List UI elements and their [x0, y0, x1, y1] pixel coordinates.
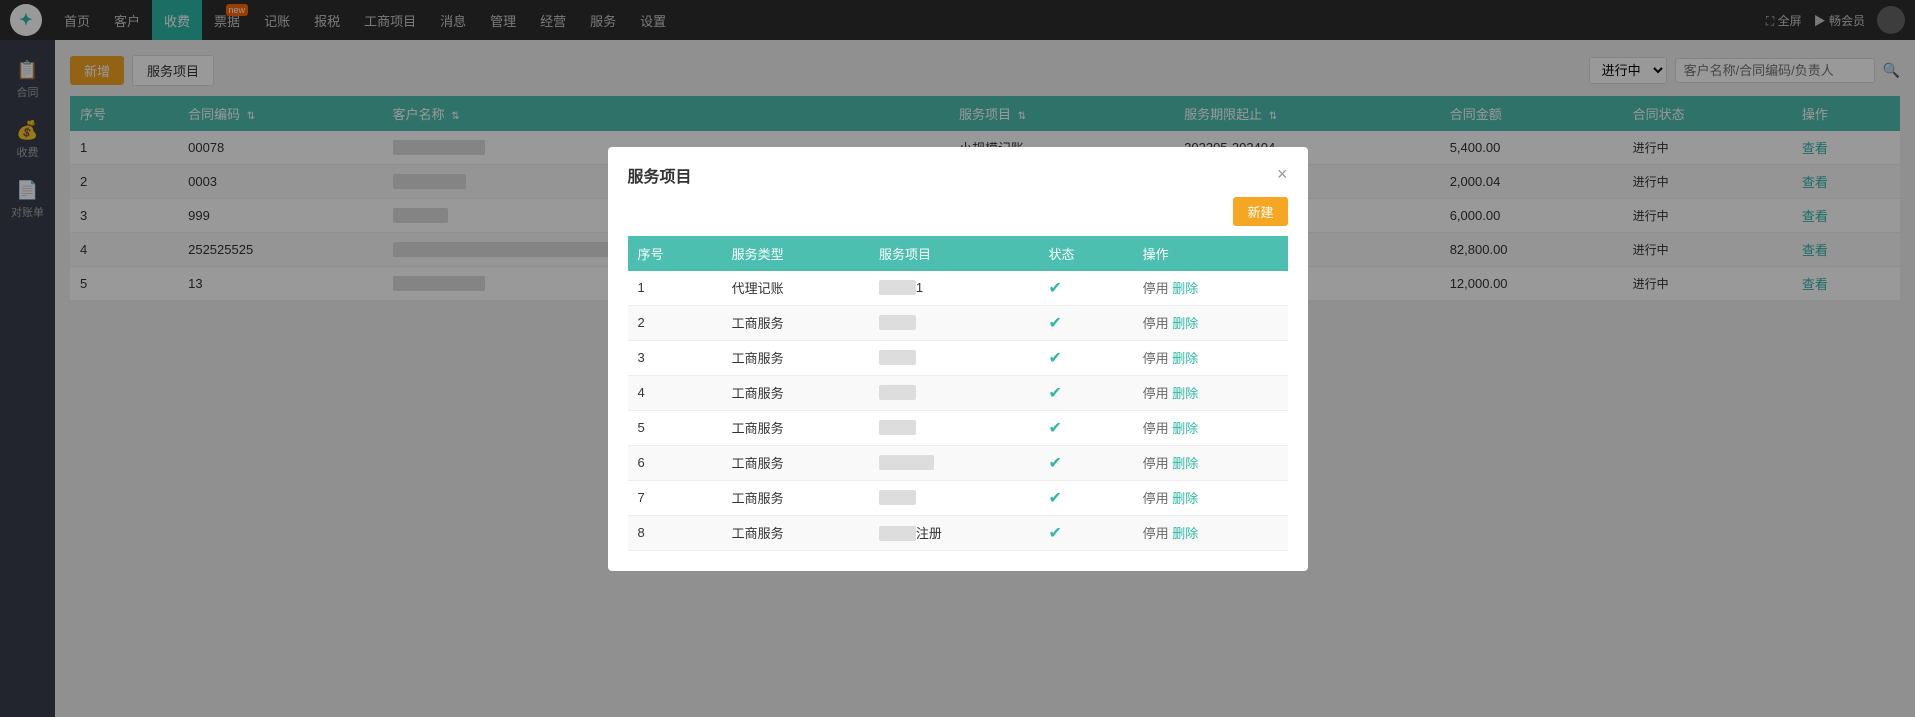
modal-table-row: 4 工商服务 ████ ✔ 停用 删除	[628, 375, 1288, 410]
modal-new-button[interactable]: 新建	[1233, 197, 1287, 226]
delete-button[interactable]: 删除	[1172, 453, 1198, 472]
modal-table-row: 8 工商服务 ████注册 ✔ 停用 删除	[628, 515, 1288, 550]
service-items-table: 序号 服务类型 服务项目 状态 操作 1 代理记账 ████1 ✔ 停用	[628, 236, 1288, 551]
modal-table-row: 2 工商服务 ████ ✔ 停用 删除	[628, 305, 1288, 340]
service-items-modal: 服务项目 × 新建 序号 服务类型 服务项目 状态 操作	[608, 147, 1308, 571]
stop-button[interactable]: 停用	[1143, 278, 1169, 297]
modal-col-type: 服务类型	[722, 236, 869, 271]
delete-button[interactable]: 删除	[1172, 278, 1198, 297]
delete-button[interactable]: 删除	[1172, 313, 1198, 332]
stop-button[interactable]: 停用	[1143, 453, 1169, 472]
modal-body: 序号 服务类型 服务项目 状态 操作 1 代理记账 ████1 ✔ 停用	[608, 236, 1308, 571]
delete-button[interactable]: 删除	[1172, 523, 1198, 542]
modal-header: 服务项目 ×	[608, 147, 1308, 197]
modal-table-row: 1 代理记账 ████1 ✔ 停用 删除	[628, 271, 1288, 306]
modal-col-status: 状态	[1039, 236, 1133, 271]
delete-button[interactable]: 删除	[1172, 383, 1198, 402]
stop-button[interactable]: 停用	[1143, 348, 1169, 367]
modal-table-row: 6 工商服务 ██████ ✔ 停用 删除	[628, 445, 1288, 480]
modal-table-row: 7 工商服务 ████ ✔ 停用 删除	[628, 480, 1288, 515]
stop-button[interactable]: 停用	[1143, 488, 1169, 507]
stop-button[interactable]: 停用	[1143, 523, 1169, 542]
modal-toolbar: 新建	[608, 197, 1308, 236]
modal-overlay: 服务项目 × 新建 序号 服务类型 服务项目 状态 操作	[0, 0, 1915, 717]
delete-button[interactable]: 删除	[1172, 488, 1198, 507]
delete-button[interactable]: 删除	[1172, 418, 1198, 437]
stop-button[interactable]: 停用	[1143, 418, 1169, 437]
modal-col-no: 序号	[628, 236, 722, 271]
modal-table-row: 5 工商服务 ████ ✔ 停用 删除	[628, 410, 1288, 445]
delete-button[interactable]: 删除	[1172, 348, 1198, 367]
modal-table-row: 3 工商服务 ████ ✔ 停用 删除	[628, 340, 1288, 375]
stop-button[interactable]: 停用	[1143, 383, 1169, 402]
stop-button[interactable]: 停用	[1143, 313, 1169, 332]
modal-col-action: 操作	[1133, 236, 1288, 271]
modal-col-item: 服务项目	[869, 236, 1039, 271]
modal-title: 服务项目	[628, 163, 692, 187]
modal-close-button[interactable]: ×	[1277, 164, 1288, 185]
